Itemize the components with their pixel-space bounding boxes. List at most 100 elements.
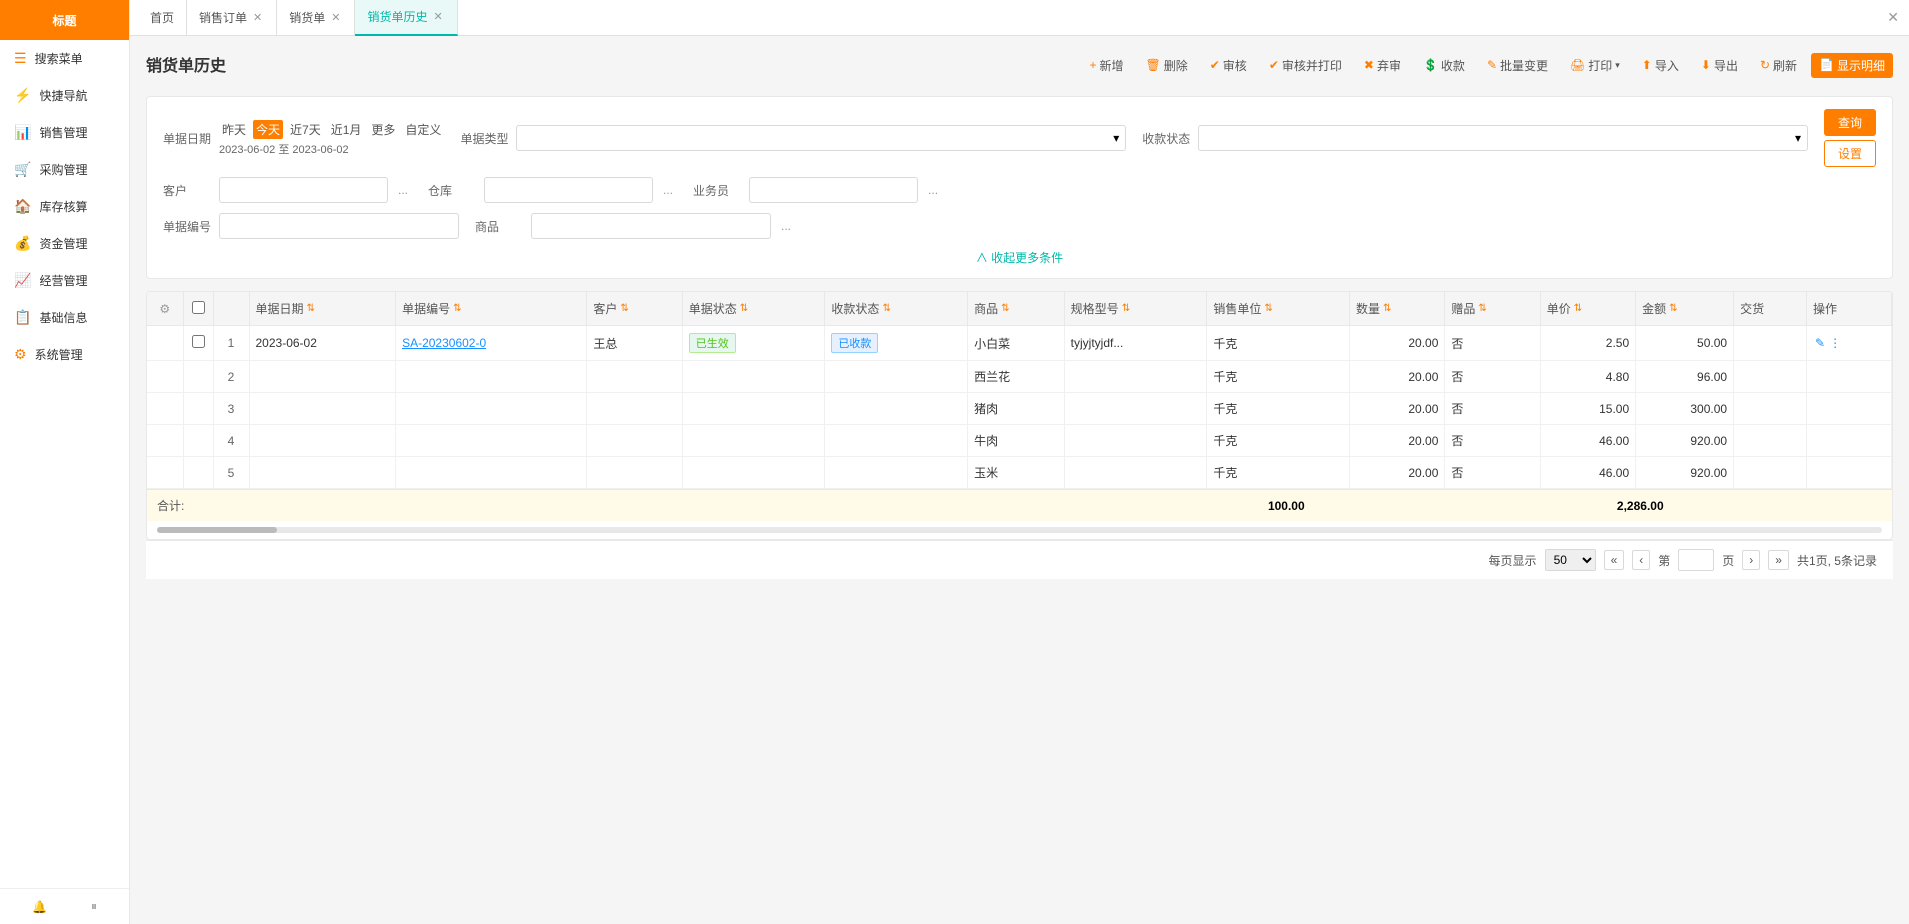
cell-unit-price-0: 2.50 xyxy=(1540,326,1635,361)
cell-doc-num-0[interactable]: SA-20230602-0 xyxy=(396,326,587,361)
filter-salesperson-label: 业务员 xyxy=(693,182,743,199)
batch-change-button[interactable]: ✎ 批量变更 xyxy=(1479,53,1556,78)
th-spec-type[interactable]: 规格型号 ⇅ xyxy=(1064,292,1207,326)
filter-settings-button[interactable]: 设置 xyxy=(1824,140,1876,167)
refresh-button[interactable]: ↻ 刷新 xyxy=(1752,53,1805,78)
scrollbar-area[interactable] xyxy=(147,521,1892,539)
filter-customer-input[interactable] xyxy=(219,177,388,203)
audit-button[interactable]: ✔ 审核 xyxy=(1202,53,1255,78)
cell-doc-status-4 xyxy=(682,457,825,489)
sidebar-bottom-icon2[interactable]: ⏸ xyxy=(91,899,97,914)
show-detail-button[interactable]: 📄 显示明细 xyxy=(1811,53,1893,78)
th-amount[interactable]: 金额 ⇅ xyxy=(1636,292,1734,326)
audit-print-button[interactable]: ✔ 审核并打印 xyxy=(1261,53,1350,78)
date-shortcut-7days[interactable]: 近7天 xyxy=(287,120,324,139)
tab-sales-shipment[interactable]: 销货单 ✕ xyxy=(277,0,355,36)
th-doc-date[interactable]: 单据日期 ⇅ xyxy=(249,292,396,326)
sidebar-item-basic-info[interactable]: 📋 基础信息 xyxy=(0,299,129,336)
query-button[interactable]: 查询 xyxy=(1824,109,1876,136)
select-all-checkbox[interactable] xyxy=(192,301,205,314)
sidebar-bottom-icon1[interactable]: 🔔 xyxy=(32,900,47,914)
print-button[interactable]: 🖨 打印 ▾ xyxy=(1562,53,1628,78)
receive-button[interactable]: 💲 收款 xyxy=(1415,53,1473,78)
tab-sales-history[interactable]: 销货单历史 ✕ xyxy=(355,0,457,36)
th-quantity[interactable]: 数量 ⇅ xyxy=(1350,292,1445,326)
sort-icon-customer: ⇅ xyxy=(620,303,628,314)
date-shortcut-custom[interactable]: 自定义 xyxy=(402,120,444,139)
cell-checkbox-1[interactable] xyxy=(183,361,213,393)
last-page-button[interactable]: » xyxy=(1768,550,1789,570)
sidebar-item-quick-nav[interactable]: ⚡ 快捷导航 xyxy=(0,77,129,114)
customer-dots-button[interactable]: ... xyxy=(394,183,412,197)
filter-salesperson-input[interactable] xyxy=(749,177,918,203)
cell-checkbox-2[interactable] xyxy=(183,393,213,425)
table-row: 2 西兰花 千克 20.00 否 4.80 96.00 xyxy=(147,361,1892,393)
cell-gift-2: 否 xyxy=(1445,393,1540,425)
filter-actions: 查询 设置 xyxy=(1824,109,1876,167)
edit-button-0[interactable]: ✎ xyxy=(1813,336,1827,350)
date-shortcut-1month[interactable]: 近1月 xyxy=(328,120,365,139)
th-goods[interactable]: 商品 ⇅ xyxy=(968,292,1065,326)
settings-gear-icon[interactable]: ⚙ xyxy=(159,302,170,316)
sidebar-item-finance[interactable]: 💰 资金管理 xyxy=(0,225,129,262)
date-shortcut-today[interactable]: 今天 xyxy=(253,120,283,139)
first-page-button[interactable]: « xyxy=(1604,550,1625,570)
th-doc-status[interactable]: 单据状态 ⇅ xyxy=(682,292,825,326)
cell-transaction-2 xyxy=(1734,393,1807,425)
export-button[interactable]: ⬇ 导出 xyxy=(1693,53,1746,78)
tab-close-sales-order[interactable]: ✕ xyxy=(251,11,264,24)
table-footer: 合计: 100.00 2,286.00 xyxy=(147,489,1892,521)
warehouse-dots-button[interactable]: ... xyxy=(659,183,677,197)
sidebar-item-operations[interactable]: 📈 经营管理 xyxy=(0,262,129,299)
tab-sales-order[interactable]: 销售订单 ✕ xyxy=(187,0,277,36)
date-shortcut-more[interactable]: 更多 xyxy=(368,120,398,139)
horizontal-scrollbar[interactable] xyxy=(157,527,1882,533)
import-button[interactable]: ⬆ 导入 xyxy=(1634,53,1687,78)
filter-payment-status-select[interactable]: ▾ xyxy=(1198,125,1808,151)
filter-docnum-input[interactable] xyxy=(219,213,459,239)
th-unit-price[interactable]: 单价 ⇅ xyxy=(1540,292,1635,326)
close-all-tabs-button[interactable]: ✕ xyxy=(1885,9,1901,26)
delete-button[interactable]: 🗑 删除 xyxy=(1137,53,1195,78)
discard-button[interactable]: ✖ 弃审 xyxy=(1356,53,1409,78)
per-page-select[interactable]: 50 100 200 xyxy=(1545,549,1596,571)
tab-home[interactable]: 首页 xyxy=(138,0,187,36)
sidebar-item-inventory[interactable]: 🏠 库存核算 xyxy=(0,188,129,225)
sidebar-item-search-menu[interactable]: ☰ 搜索菜单 xyxy=(0,40,129,77)
new-button[interactable]: + 新增 xyxy=(1081,53,1131,78)
row-checkbox-0[interactable] xyxy=(192,335,205,348)
salesperson-dots-button[interactable]: ... xyxy=(924,183,942,197)
cell-doc-status-2 xyxy=(682,393,825,425)
more-button-0[interactable]: ⋮ xyxy=(1827,336,1843,350)
filter-date-label: 单据日期 xyxy=(163,130,213,147)
scroll-thumb[interactable] xyxy=(157,527,277,533)
th-transaction: 交货 xyxy=(1734,292,1807,326)
filter-goods-input[interactable] xyxy=(531,213,771,239)
tab-close-sales-shipment[interactable]: ✕ xyxy=(329,11,342,24)
date-shortcut-yesterday[interactable]: 昨天 xyxy=(219,120,249,139)
sidebar-item-sales-mgmt[interactable]: 📊 销售管理 xyxy=(0,114,129,151)
tabs-bar: 首页 销售订单 ✕ 销货单 ✕ 销货单历史 ✕ ✕ xyxy=(130,0,1909,36)
tab-close-sales-history[interactable]: ✕ xyxy=(432,10,445,23)
filter-doc-type-select[interactable]: ▾ xyxy=(516,125,1126,151)
filter-docnum-item: 单据编号 xyxy=(163,213,459,239)
th-payment-status[interactable]: 收款状态 ⇅ xyxy=(825,292,968,326)
page-number-input[interactable]: 1 xyxy=(1678,549,1714,571)
doc-num-link-0[interactable]: SA-20230602-0 xyxy=(402,336,486,350)
sidebar-item-purchase-mgmt[interactable]: 🛒 采购管理 xyxy=(0,151,129,188)
sidebar-item-system-mgmt[interactable]: ⚙ 系统管理 xyxy=(0,336,129,373)
filter-collapse-button[interactable]: ∧ 收起更多条件 xyxy=(163,249,1876,266)
filter-warehouse-input[interactable] xyxy=(484,177,653,203)
th-gift[interactable]: 赠品 ⇅ xyxy=(1445,292,1540,326)
th-settings[interactable]: ⚙ xyxy=(147,292,183,326)
cell-checkbox-3[interactable] xyxy=(183,425,213,457)
th-sales-unit[interactable]: 销售单位 ⇅ xyxy=(1207,292,1350,326)
th-amount-label: 金额 xyxy=(1642,300,1666,317)
next-page-button[interactable]: › xyxy=(1742,550,1760,570)
prev-page-button[interactable]: ‹ xyxy=(1632,550,1650,570)
th-doc-num[interactable]: 单据编号 ⇅ xyxy=(396,292,587,326)
goods-dots-button[interactable]: ... xyxy=(777,219,795,233)
th-customer[interactable]: 客户 ⇅ xyxy=(587,292,682,326)
cell-checkbox-0[interactable] xyxy=(183,326,213,361)
cell-checkbox-4[interactable] xyxy=(183,457,213,489)
